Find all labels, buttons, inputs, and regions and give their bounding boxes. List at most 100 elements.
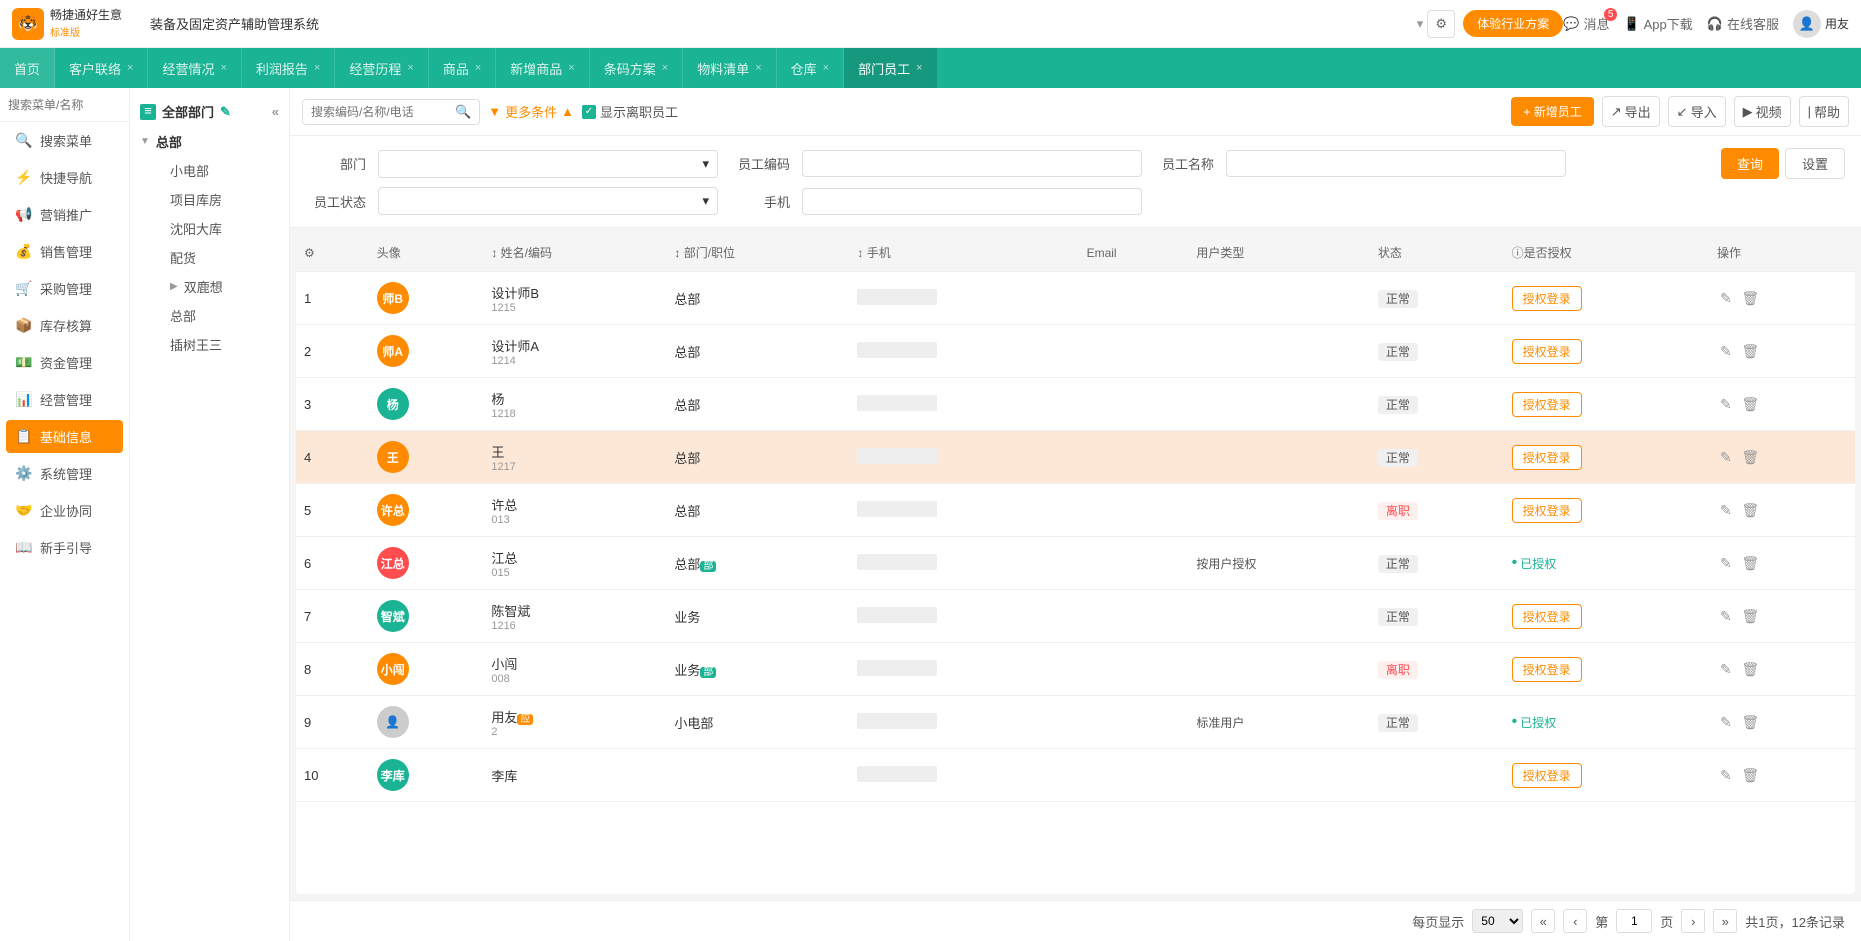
dept-node-root[interactable]: ▼ 总部 [130,127,289,156]
dept-node-chashuwang[interactable]: 插树王三 [154,330,289,359]
close-icon[interactable]: × [127,62,133,74]
experience-button[interactable]: 体验行业方案 [1463,10,1563,37]
dept-node-zongbu[interactable]: 总部 [154,301,289,330]
first-page-button[interactable]: « [1531,909,1555,933]
dept-node-shenyang[interactable]: 沈阳大库 [154,214,289,243]
sidebar-item-basic[interactable]: 📋 基础信息 [6,420,123,453]
emp-name-input[interactable] [1226,150,1566,177]
page-size-select[interactable]: 50 100 200 [1472,909,1523,933]
tab-goods[interactable]: 商品 × [429,48,496,88]
help-button[interactable]: | 帮助 [1799,96,1849,127]
app-download-button[interactable]: 📱 App下载 [1623,14,1692,33]
auth-button[interactable]: 授权登录 [1512,339,1582,364]
tab-operation[interactable]: 经营情况 × [148,48,241,88]
last-page-button[interactable]: » [1713,909,1737,933]
export-button[interactable]: ↗ 导出 [1602,96,1660,127]
dept-filter-select[interactable]: ▾ [378,150,718,178]
edit-button[interactable]: ✎ [1717,396,1735,412]
sidebar-item-search[interactable]: 🔍 搜索菜单 [0,122,129,159]
sidebar-search[interactable]: 🔍 [0,88,129,122]
emp-code-input[interactable] [802,150,1142,177]
sidebar-item-purchase[interactable]: 🛒 采购管理 [0,270,129,307]
col-settings[interactable]: ⚙ [296,234,369,272]
more-filter-button[interactable]: ▼ 更多条件 ▲ [488,102,574,121]
close-icon[interactable]: × [823,62,829,74]
search-input[interactable] [8,98,130,112]
status-filter-select[interactable]: ▾ [378,187,718,215]
sidebar-item-guide[interactable]: 📖 新手引导 [0,529,129,566]
auth-button[interactable]: 授权登录 [1512,763,1582,788]
delete-button[interactable]: 🗑 [1738,767,1762,783]
tab-barcode[interactable]: 条码方案 × [590,48,683,88]
delete-button[interactable]: 🗑 [1738,449,1762,465]
edit-button[interactable]: ✎ [1717,714,1735,730]
video-button[interactable]: ▶ 视频 [1734,96,1791,127]
dropdown-arrow-icon[interactable]: ▾ [1417,16,1424,32]
sidebar-item-sales[interactable]: 💰 销售管理 [0,233,129,270]
close-icon[interactable]: × [407,62,413,74]
dept-node-shuanglu[interactable]: ▶双鹿想 [154,272,289,301]
tab-customer[interactable]: 客户联络 × [55,48,148,88]
sidebar-item-inventory[interactable]: 📦 库存核算 [0,307,129,344]
add-employee-button[interactable]: + 新增员工 [1511,97,1593,126]
phone-input[interactable] [802,188,1142,215]
auth-button[interactable]: 授权登录 [1512,445,1582,470]
close-icon[interactable]: × [314,62,320,74]
edit-dept-icon[interactable]: ✎ [220,104,231,120]
edit-button[interactable]: ✎ [1717,290,1735,306]
sidebar-item-operation[interactable]: 📊 经营管理 [0,381,129,418]
edit-button[interactable]: ✎ [1717,661,1735,677]
delete-button[interactable]: 🗑 [1738,555,1762,571]
delete-button[interactable]: 🗑 [1738,608,1762,624]
auth-button[interactable]: 授权登录 [1512,392,1582,417]
col-dept[interactable]: ↕ 部门/职位 [666,234,849,272]
search-wrap[interactable]: 🔍 [302,99,480,125]
delete-button[interactable]: 🗑 [1738,396,1762,412]
collapse-tree-icon[interactable]: « [272,104,279,119]
delete-button[interactable]: 🗑 [1738,661,1762,677]
edit-button[interactable]: ✎ [1717,555,1735,571]
tab-history[interactable]: 经营历程 × [335,48,428,88]
col-name[interactable]: ↕ 姓名/编码 [483,234,666,272]
close-icon[interactable]: × [568,62,574,74]
online-service-button[interactable]: 🎧 在线客服 [1707,14,1779,33]
prev-page-button[interactable]: ‹ [1563,909,1587,933]
query-button[interactable]: 查询 [1721,148,1779,179]
set-button[interactable]: 设置 [1785,148,1845,179]
auth-button[interactable]: 授权登录 [1512,286,1582,311]
col-phone[interactable]: ↕ 手机 [849,234,1078,272]
edit-button[interactable]: ✎ [1717,449,1735,465]
tab-add-goods[interactable]: 新增商品 × [496,48,589,88]
tab-material[interactable]: 物料清单 × [683,48,776,88]
edit-button[interactable]: ✎ [1717,767,1735,783]
tab-profit[interactable]: 利润报告 × [242,48,335,88]
edit-button[interactable]: ✎ [1717,608,1735,624]
delete-button[interactable]: 🗑 [1738,714,1762,730]
show-resigned-toggle[interactable]: ✓ 显示离职员工 [582,102,678,121]
next-page-button[interactable]: › [1681,909,1705,933]
dept-node-peihu[interactable]: 配货 [154,243,289,272]
close-icon[interactable]: × [755,62,761,74]
delete-button[interactable]: 🗑 [1738,502,1762,518]
tab-home[interactable]: 首页 [0,48,55,88]
sidebar-item-marketing[interactable]: 📢 营销推广 [0,196,129,233]
tab-department[interactable]: 部门员工 × [844,48,937,88]
sidebar-item-finance[interactable]: 💵 资金管理 [0,344,129,381]
sidebar-item-cooperation[interactable]: 🤝 企业协同 [0,492,129,529]
auth-button[interactable]: 授权登录 [1512,604,1582,629]
sidebar-item-system[interactable]: ⚙️ 系统管理 [0,455,129,492]
auth-button[interactable]: 授权登录 [1512,657,1582,682]
gear-button[interactable]: ⚙ [1427,10,1455,38]
dept-node-project[interactable]: 项目库房 [154,185,289,214]
delete-button[interactable]: 🗑 [1738,290,1762,306]
employee-search-input[interactable] [311,105,451,119]
dept-node-xiaodian[interactable]: 小电部 [154,156,289,185]
page-number-input[interactable] [1616,909,1652,933]
message-button[interactable]: 💬 消息 5 [1563,14,1609,33]
delete-button[interactable]: 🗑 [1738,343,1762,359]
close-icon[interactable]: × [475,62,481,74]
tab-warehouse[interactable]: 仓库 × [777,48,844,88]
close-icon[interactable]: × [916,62,922,74]
close-icon[interactable]: × [662,62,668,74]
user-avatar-button[interactable]: 👤 用友 [1793,10,1849,38]
